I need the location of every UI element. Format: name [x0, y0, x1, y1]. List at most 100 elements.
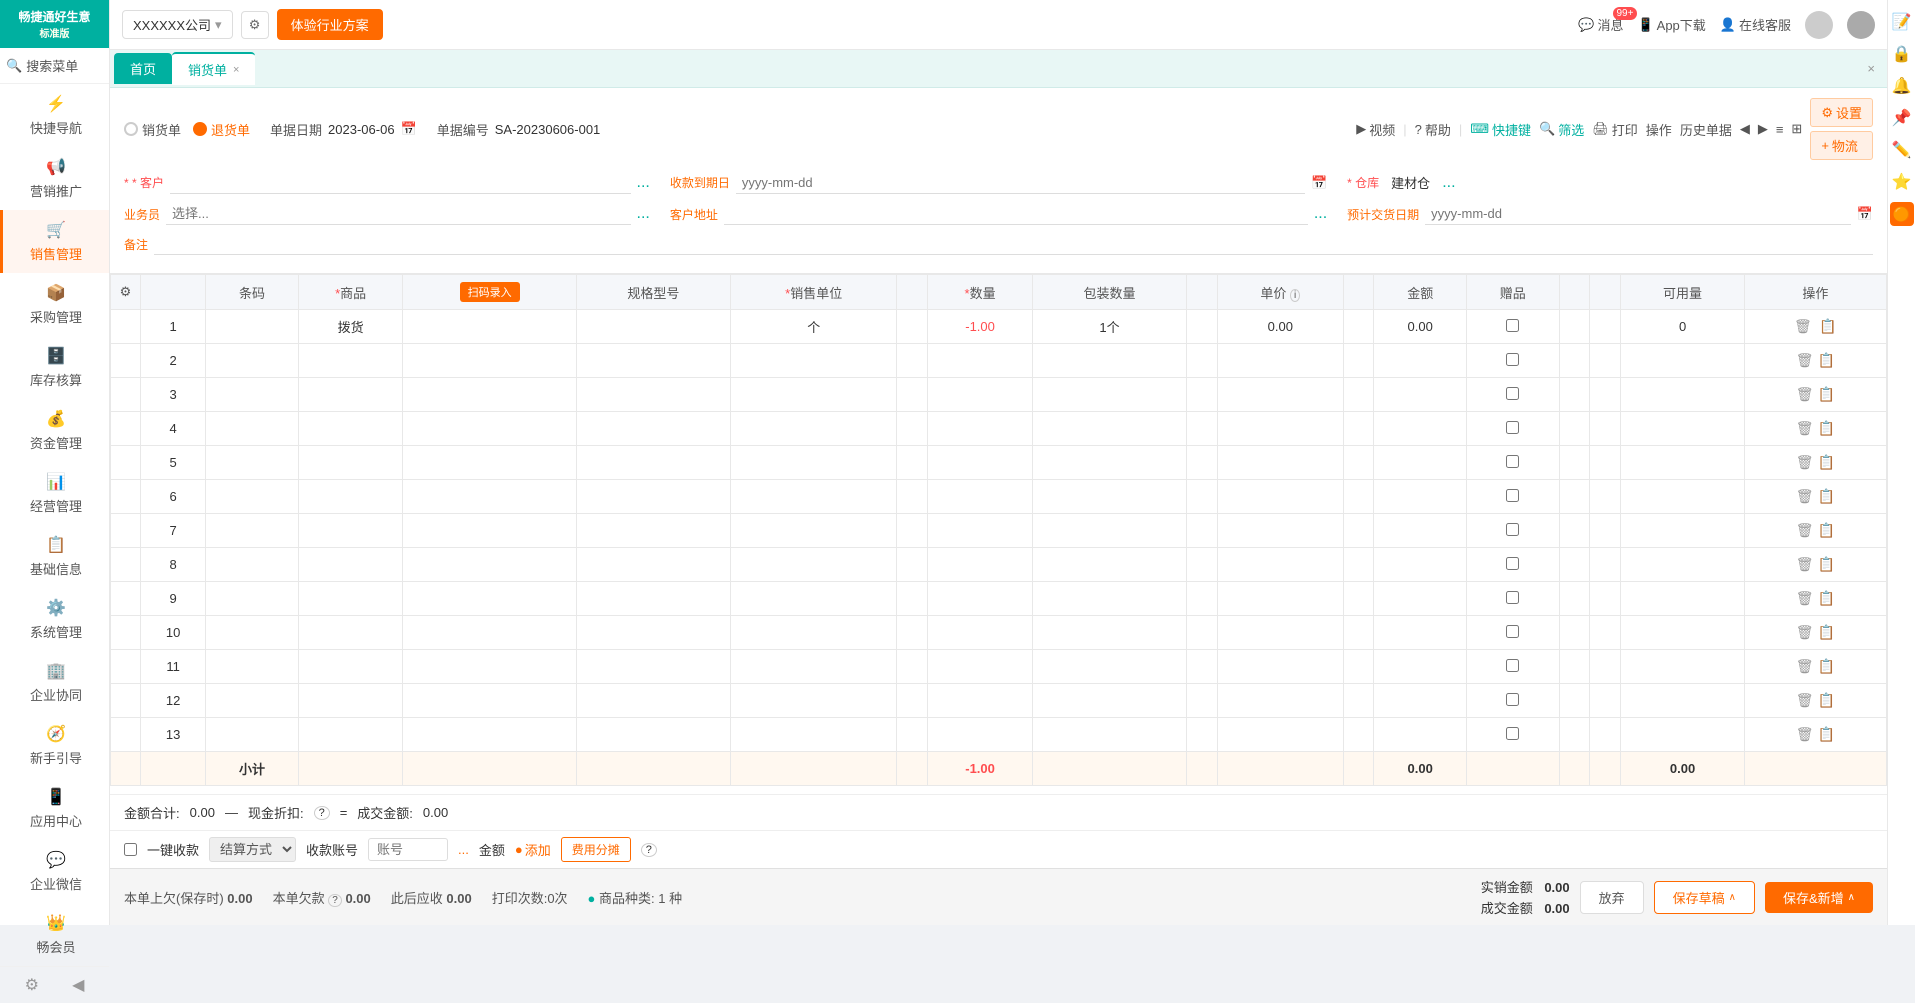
row-barcode[interactable] [206, 446, 299, 480]
delete-icon[interactable]: 🗑 [1794, 318, 1812, 334]
row-amount[interactable] [1374, 514, 1467, 548]
row-pkg-qty[interactable] [1032, 480, 1186, 514]
row-price[interactable] [1218, 582, 1343, 616]
add-button[interactable]: ● 添加 [515, 840, 551, 859]
row-gift[interactable] [1467, 446, 1560, 480]
row-unit[interactable]: 个 [731, 310, 897, 344]
fee-split-button[interactable]: 费用分摊 [561, 837, 631, 862]
row-pkg-qty[interactable]: 1个 [1032, 310, 1186, 344]
row-pkg-qty[interactable] [1032, 378, 1186, 412]
row-barcode[interactable] [206, 378, 299, 412]
row-goods[interactable] [298, 344, 403, 378]
note-input[interactable] [154, 233, 1873, 255]
sidebar-item-sales[interactable]: 🛒 销售管理 [0, 210, 109, 273]
row-barcode[interactable] [206, 310, 299, 344]
sidebar-item-appcenter[interactable]: 📱 应用中心 [0, 777, 109, 840]
radio-return-order[interactable]: 退货单 [193, 120, 250, 139]
row-spec[interactable] [576, 412, 730, 446]
row-price[interactable] [1218, 378, 1343, 412]
row-price[interactable] [1218, 412, 1343, 446]
row-qty[interactable] [928, 582, 1033, 616]
row-amount[interactable] [1374, 684, 1467, 718]
row-price[interactable] [1218, 446, 1343, 480]
receive-date-calendar-icon[interactable]: 📅 [1311, 175, 1327, 191]
row-unit[interactable] [731, 378, 897, 412]
topbar-settings-button[interactable]: ⚙ [241, 11, 269, 39]
row-unit[interactable] [731, 650, 897, 684]
save-draft-button[interactable]: 保存草稿 ∧ [1654, 881, 1755, 914]
customer-input[interactable] [170, 172, 630, 194]
row-gift[interactable] [1467, 582, 1560, 616]
row-spec[interactable] [576, 344, 730, 378]
gift-checkbox[interactable] [1506, 489, 1519, 502]
row-unit[interactable] [731, 582, 897, 616]
tab-home[interactable]: 首页 [114, 53, 172, 84]
sidebar-item-vip[interactable]: 👑 畅会员 [0, 903, 109, 966]
row-qty[interactable]: -1.00 [928, 310, 1033, 344]
row-gift[interactable] [1467, 684, 1560, 718]
row-qty[interactable] [928, 344, 1033, 378]
delete-icon[interactable]: 🗑 [1796, 692, 1814, 708]
list-view-button[interactable]: ≡ [1776, 122, 1784, 137]
row-spec[interactable] [576, 310, 730, 344]
gift-checkbox[interactable] [1506, 557, 1519, 570]
row-qty[interactable] [928, 480, 1033, 514]
message-button[interactable]: 💬 消息 99+ [1578, 15, 1623, 34]
copy-icon[interactable]: 📋 [1818, 624, 1835, 640]
sidebar-item-wechat[interactable]: 💬 企业微信 [0, 840, 109, 903]
gift-checkbox[interactable] [1506, 523, 1519, 536]
one-key-checkbox[interactable] [124, 843, 137, 856]
filter-button[interactable]: 🔍 筛选 [1539, 120, 1584, 139]
row-pkg-qty[interactable] [1032, 616, 1186, 650]
row-gift[interactable] [1467, 718, 1560, 752]
row-goods[interactable] [298, 718, 403, 752]
sidebar-search[interactable]: 🔍 搜索菜单 [0, 48, 109, 84]
salesperson-dots[interactable]: ... [637, 205, 650, 223]
expected-date-calendar-icon[interactable]: 📅 [1857, 206, 1873, 222]
row-price[interactable] [1218, 718, 1343, 752]
sidebar-item-system[interactable]: ⚙️ 系统管理 [0, 588, 109, 651]
row-pkg-qty[interactable] [1032, 514, 1186, 548]
operate-button[interactable]: 操作 [1646, 120, 1672, 139]
row-spec[interactable] [576, 582, 730, 616]
history-button[interactable]: 历史单据 [1680, 120, 1732, 139]
row-barcode[interactable] [206, 548, 299, 582]
delete-icon[interactable]: 🗑 [1796, 386, 1814, 402]
row-amount[interactable] [1374, 446, 1467, 480]
row-goods[interactable] [298, 616, 403, 650]
right-panel-pencil-icon[interactable]: ✏️ [1890, 138, 1914, 162]
sidebar-collapse-icon[interactable]: ◀ [72, 975, 84, 995]
copy-icon[interactable]: 📋 [1818, 488, 1835, 504]
row-spec[interactable] [576, 718, 730, 752]
copy-icon[interactable]: 📋 [1818, 386, 1835, 402]
user-avatar2[interactable] [1847, 11, 1875, 39]
row-pkg-qty[interactable] [1032, 412, 1186, 446]
row-gift[interactable] [1467, 650, 1560, 684]
delete-icon[interactable]: 🗑 [1796, 522, 1814, 538]
row-price[interactable] [1218, 480, 1343, 514]
row-amount[interactable] [1374, 650, 1467, 684]
row-price[interactable] [1218, 684, 1343, 718]
gift-checkbox[interactable] [1506, 727, 1519, 740]
sidebar-item-purchase[interactable]: 📦 采购管理 [0, 273, 109, 336]
prev-button[interactable]: ◀ [1740, 121, 1750, 137]
calc-method-select[interactable]: 结算方式 [209, 837, 296, 862]
row-amount[interactable]: 0.00 [1374, 310, 1467, 344]
row-pkg-qty[interactable] [1032, 344, 1186, 378]
row-price[interactable] [1218, 548, 1343, 582]
help-circle[interactable]: ? [328, 894, 342, 907]
row-qty[interactable] [928, 378, 1033, 412]
row-barcode[interactable] [206, 582, 299, 616]
gift-checkbox[interactable] [1506, 421, 1519, 434]
sidebar-item-quick-nav[interactable]: ⚡ 快捷导航 [0, 84, 109, 147]
row-qty[interactable] [928, 684, 1033, 718]
row-amount[interactable] [1374, 548, 1467, 582]
trial-button[interactable]: 体验行业方案 [277, 9, 383, 40]
row-spec[interactable] [576, 514, 730, 548]
addr-dots[interactable]: ... [1314, 205, 1327, 223]
tabbar-close-button[interactable]: × [1859, 61, 1883, 76]
gift-checkbox[interactable] [1506, 591, 1519, 604]
row-barcode[interactable] [206, 514, 299, 548]
row-goods[interactable] [298, 684, 403, 718]
row-goods[interactable] [298, 446, 403, 480]
